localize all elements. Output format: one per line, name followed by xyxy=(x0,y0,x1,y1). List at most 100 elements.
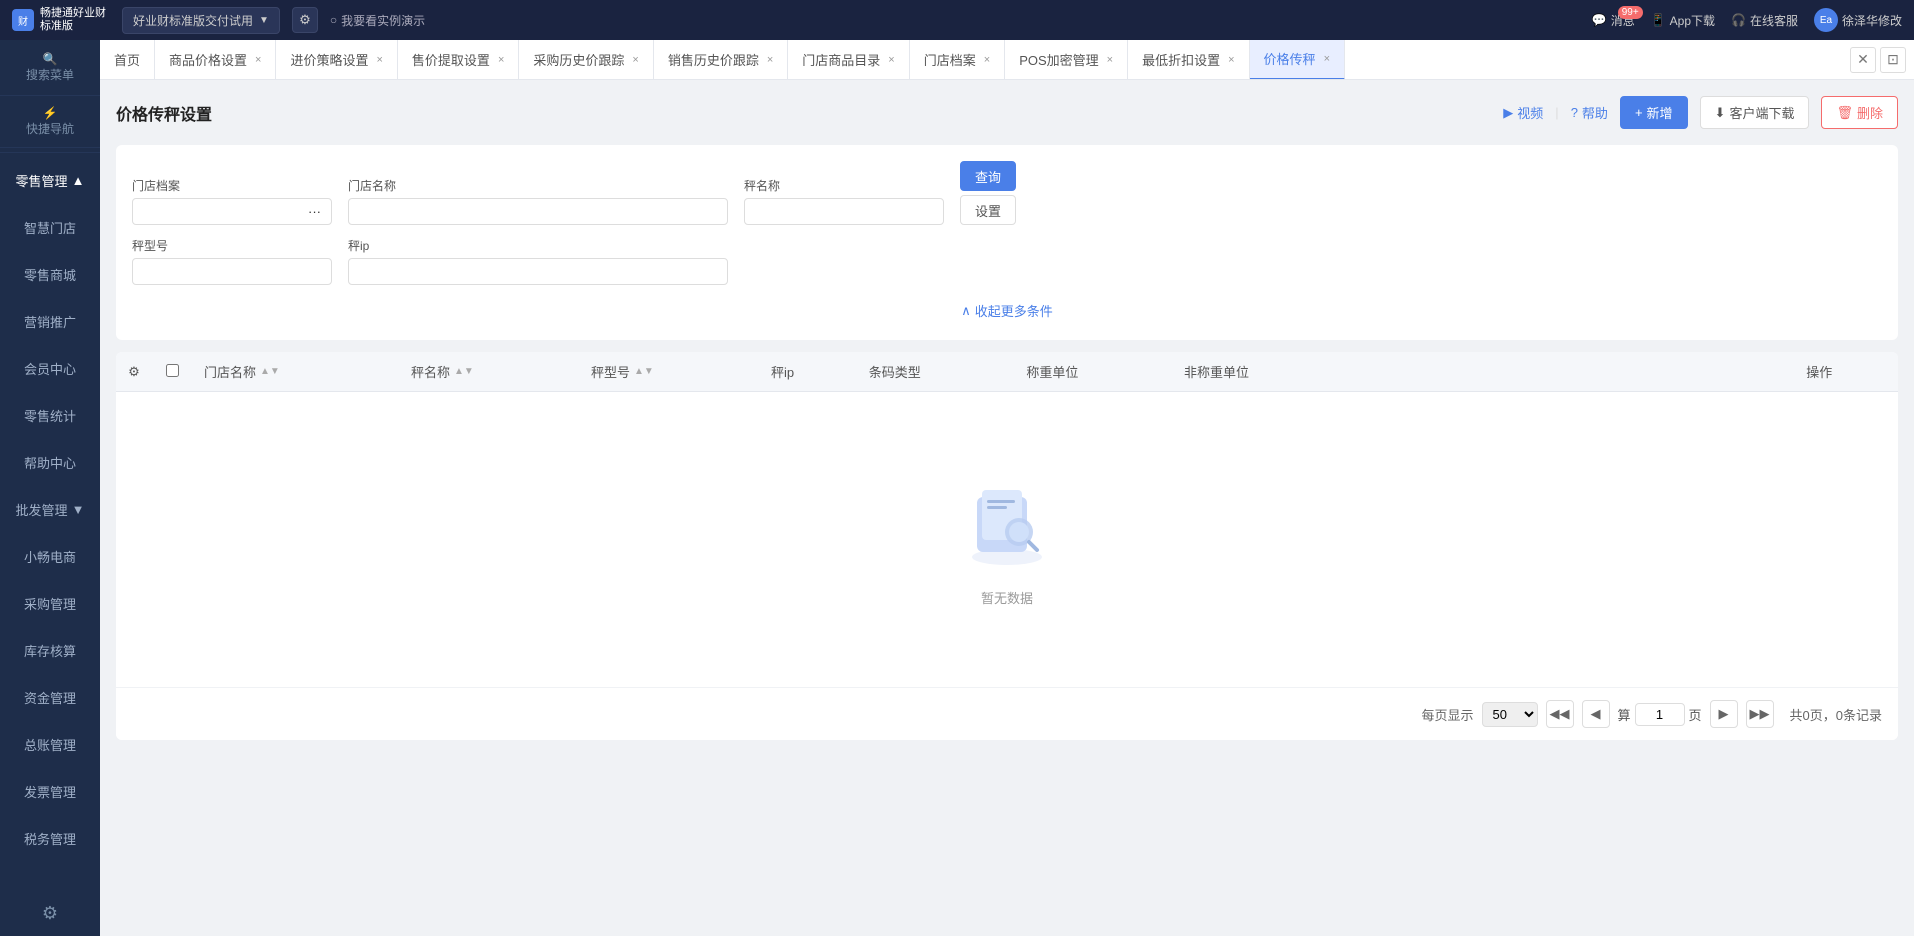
sidebar-item-ledger[interactable]: 总账管理 xyxy=(0,721,100,768)
sidebar-item-smart-store[interactable]: 智慧门店 xyxy=(0,204,100,251)
sidebar-item-inventory[interactable]: 库存核算 xyxy=(0,627,100,674)
sidebar-item-purchase[interactable]: 采购管理 xyxy=(0,580,100,627)
tab-price-setting[interactable]: 商品价格设置 × xyxy=(155,40,276,80)
logo-icon: 财 xyxy=(12,9,34,31)
tab-pos-manage[interactable]: POS加密管理 × xyxy=(1005,40,1128,80)
collapse-button[interactable]: ∧ 收起更多条件 xyxy=(953,297,1061,324)
filter-row-2: 秤型号 秤ip xyxy=(132,237,1882,285)
online-service-button[interactable]: 🎧 在线客服 xyxy=(1731,12,1798,29)
tab-close-price-scale[interactable]: × xyxy=(1324,53,1330,65)
page-next-button[interactable]: ▶ xyxy=(1710,700,1738,728)
topbar-gear-button[interactable]: ⚙ xyxy=(292,7,318,33)
filter-store-archive: 门店档案 ··· xyxy=(132,177,332,225)
tab-purchase-history[interactable]: 采购历史价跟踪 × xyxy=(519,40,653,80)
page-last-button[interactable]: ▶▶ xyxy=(1746,700,1774,728)
page-current: 算 页 xyxy=(1618,703,1702,726)
tab-store-catalog[interactable]: 门店商品目录 × xyxy=(788,40,909,80)
tab-close-sale-price[interactable]: × xyxy=(498,54,504,66)
page-first-button[interactable]: ◀◀ xyxy=(1546,700,1574,728)
sidebar-item-member[interactable]: 会员中心 xyxy=(0,345,100,392)
sidebar-item-online-store[interactable]: 零售商城 xyxy=(0,251,100,298)
scale-name-input[interactable] xyxy=(744,198,944,225)
scale-model-input[interactable] xyxy=(132,258,332,285)
tab-close-price-setting[interactable]: × xyxy=(255,54,261,66)
settings-button[interactable]: 设置 xyxy=(960,195,1016,225)
filter-card: 门店档案 ··· 门店名称 秤名称 xyxy=(116,145,1898,340)
add-button[interactable]: + 新增 xyxy=(1620,96,1688,129)
app-download-button[interactable]: 📱 App下载 xyxy=(1651,12,1715,29)
topbar-right: 💬 消息 99+ 📱 App下载 🎧 在线客服 Ea 徐泽华修改 xyxy=(1592,8,1902,32)
page-title: 价格传秤设置 xyxy=(116,101,212,125)
message-icon: 💬 xyxy=(1592,13,1607,27)
tab-close-store-archive[interactable]: × xyxy=(984,54,990,66)
store-archive-label: 门店档案 xyxy=(132,177,332,194)
tab-sale-history[interactable]: 销售历史价跟踪 × xyxy=(654,40,788,80)
tab-expand-button[interactable]: ⊡ xyxy=(1880,47,1906,73)
filter-store-name: 门店名称 xyxy=(348,177,728,225)
store-archive-input[interactable]: ··· xyxy=(132,198,332,225)
sidebar-search[interactable]: 🔍 搜索菜单 xyxy=(0,40,100,96)
wholesale-arrow-icon: ▼ xyxy=(72,502,85,517)
version-selector[interactable]: 好业财标准版交付试用 ▼ xyxy=(122,7,280,34)
data-table: ⚙ 门店名称 ▲▼ xyxy=(116,352,1898,392)
retail-label: 零售管理 xyxy=(16,171,68,190)
tab-close-purchase-strategy[interactable]: × xyxy=(376,54,382,66)
help-link[interactable]: ? 帮助 xyxy=(1571,103,1608,122)
delete-icon: 🗑 xyxy=(1836,105,1853,121)
tab-end-buttons: ✕ ⊡ xyxy=(1842,47,1914,73)
table-header-row: ⚙ 门店名称 ▲▼ xyxy=(116,352,1898,392)
download-button[interactable]: ⬇ 客户端下载 xyxy=(1700,96,1810,129)
delete-button[interactable]: 🗑 删除 xyxy=(1821,96,1898,129)
tab-price-scale[interactable]: 价格传秤 × xyxy=(1250,40,1345,80)
page-size-select[interactable]: 50 10 20 100 xyxy=(1482,702,1538,727)
tab-store-archive[interactable]: 门店档案 × xyxy=(910,40,1005,80)
store-name-input[interactable] xyxy=(348,198,728,225)
tab-purchase-strategy[interactable]: 进价策略设置 × xyxy=(276,40,397,80)
sidebar-item-invoice[interactable]: 发票管理 xyxy=(0,768,100,815)
user-area[interactable]: Ea 徐泽华修改 xyxy=(1814,8,1902,32)
tab-close-min-discount[interactable]: × xyxy=(1228,54,1234,66)
app-icon: 📱 xyxy=(1651,13,1666,27)
page-prev-button[interactable]: ◀ xyxy=(1582,700,1610,728)
add-icon: + xyxy=(1635,105,1643,120)
table-th-scale-model: 秤型号 ▲▼ xyxy=(579,352,759,392)
page-size-label: 每页显示 xyxy=(1421,705,1473,724)
sidebar-item-retail-stats[interactable]: 零售统计 xyxy=(0,392,100,439)
tab-sale-price[interactable]: 售价提取设置 × xyxy=(398,40,519,80)
avatar: Ea xyxy=(1814,8,1838,32)
sidebar-item-retail[interactable]: 零售管理 ▲ xyxy=(0,157,100,204)
tab-close-purchase-history[interactable]: × xyxy=(632,54,638,66)
video-link[interactable]: ▶ 视频 xyxy=(1503,103,1543,122)
tab-close-all-button[interactable]: ✕ xyxy=(1850,47,1876,73)
sidebar-item-help[interactable]: 帮助中心 xyxy=(0,439,100,486)
scale-ip-label: 秤ip xyxy=(348,237,728,254)
tab-min-discount[interactable]: 最低折扣设置 × xyxy=(1128,40,1249,80)
main-layout: 🔍 搜索菜单 ⚡ 快捷导航 零售管理 ▲ 智慧门店 零售商城 营销推广 会员中心… xyxy=(0,40,1914,936)
sidebar-item-marketing[interactable]: 营销推广 xyxy=(0,298,100,345)
help-icon: ? xyxy=(1571,105,1578,120)
empty-text: 暂无数据 xyxy=(981,588,1033,607)
sidebar-settings-button[interactable]: ⚙ xyxy=(0,891,100,936)
filter-scale-model: 秤型号 xyxy=(132,237,332,285)
table-th-scale-ip: 秤ip xyxy=(759,352,857,392)
demo-icon: ○ xyxy=(330,13,337,27)
messages-button[interactable]: 💬 消息 99+ xyxy=(1592,12,1635,29)
sidebar-nav[interactable]: ⚡ 快捷导航 xyxy=(0,96,100,148)
query-button[interactable]: 查询 xyxy=(960,161,1016,191)
scale-ip-input[interactable] xyxy=(348,258,728,285)
sidebar-item-ecommerce[interactable]: 小畅电商 xyxy=(0,533,100,580)
page-number-input[interactable] xyxy=(1635,703,1685,726)
tab-close-pos-manage[interactable]: × xyxy=(1107,54,1113,66)
sidebar-item-wholesale[interactable]: 批发管理 ▼ xyxy=(0,486,100,533)
table-gear-icon[interactable]: ⚙ xyxy=(128,364,140,379)
sidebar-item-tax[interactable]: 税务管理 xyxy=(0,815,100,862)
page-content: 价格传秤设置 ▶ 视频 | ? 帮助 + 新增 xyxy=(100,80,1914,936)
demo-button[interactable]: ○ 我要看实例演示 xyxy=(330,12,425,29)
empty-illustration xyxy=(957,472,1057,572)
tab-home[interactable]: 首页 xyxy=(100,40,155,80)
tab-close-sale-history[interactable]: × xyxy=(767,54,773,66)
page-label-prefix: 算 xyxy=(1618,705,1631,724)
select-all-checkbox[interactable] xyxy=(166,364,179,377)
sidebar-item-finance[interactable]: 资金管理 xyxy=(0,674,100,721)
tab-close-store-catalog[interactable]: × xyxy=(888,54,894,66)
